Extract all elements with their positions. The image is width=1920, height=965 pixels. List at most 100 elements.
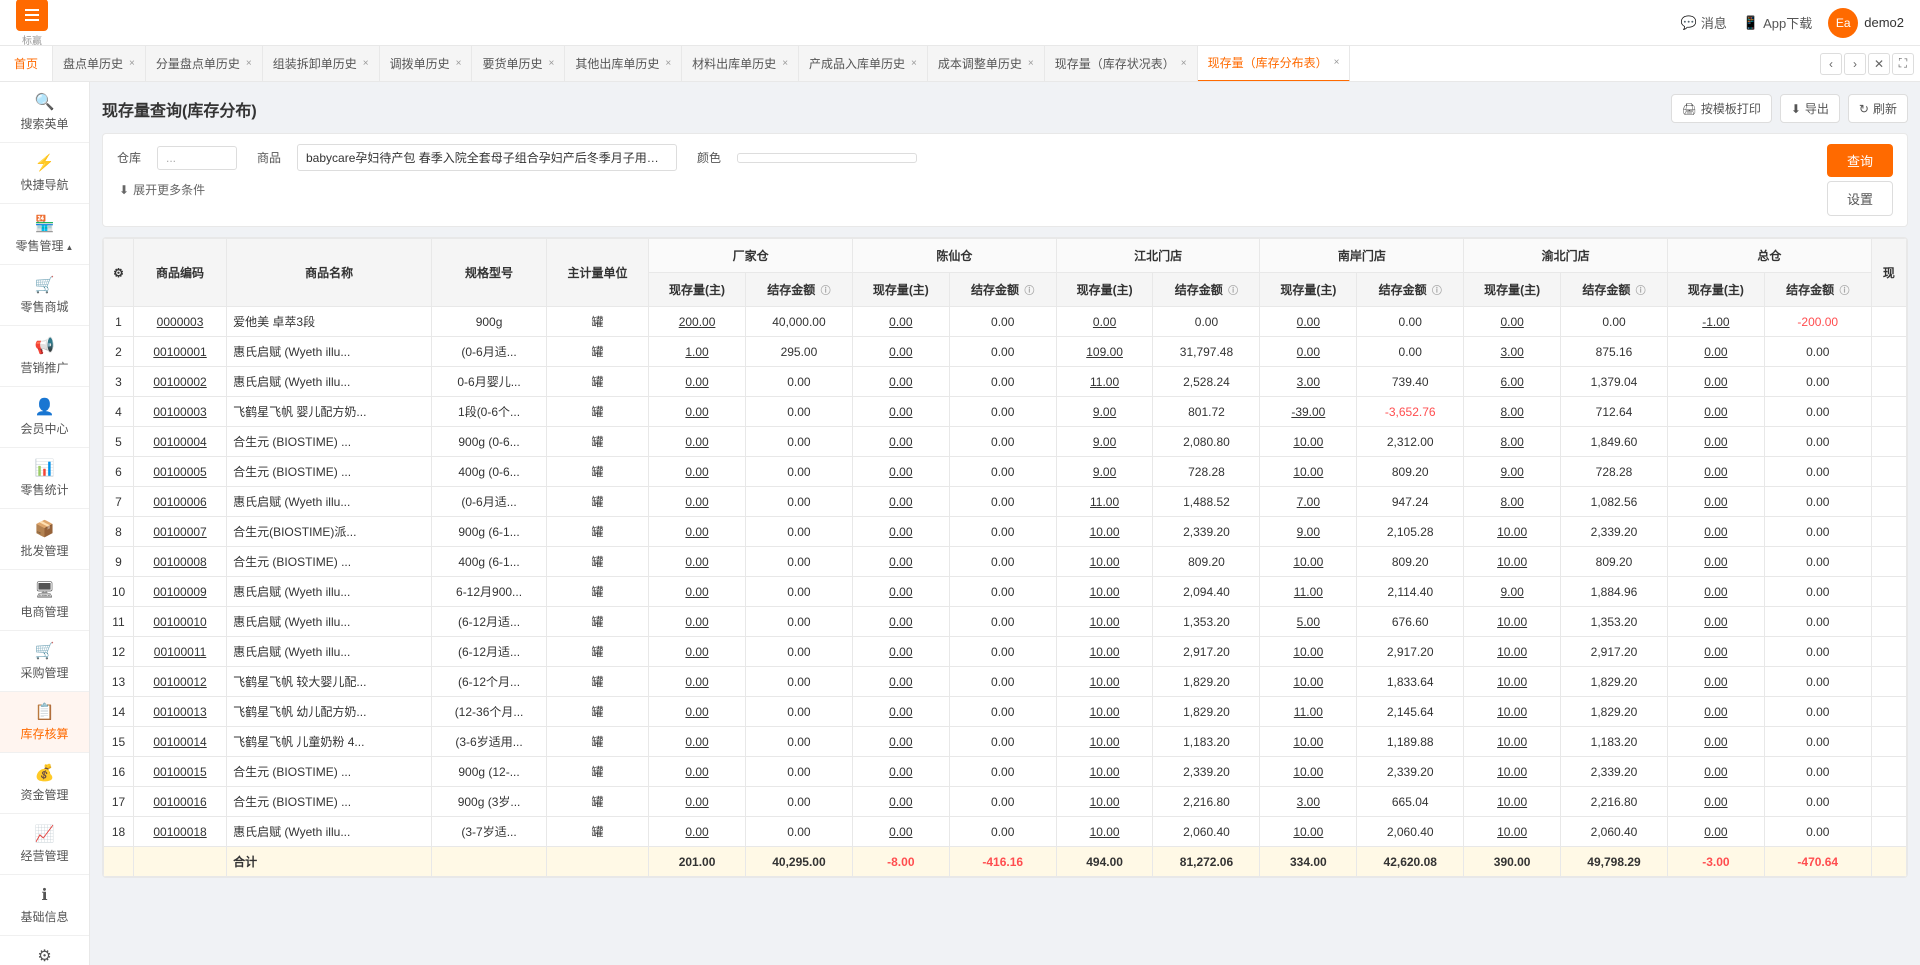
table-cell[interactable]: 0.00: [852, 577, 949, 607]
table-cell[interactable]: 0.00: [1668, 697, 1765, 727]
table-cell[interactable]: 0.00: [1668, 397, 1765, 427]
table-cell[interactable]: 0.00: [649, 577, 746, 607]
tab-close-icon[interactable]: ×: [1181, 58, 1187, 69]
table-cell[interactable]: 0.00: [649, 397, 746, 427]
table-cell[interactable]: 0000003: [134, 307, 227, 337]
tab-item[interactable]: 产成品入库单历史×: [799, 46, 928, 82]
table-cell[interactable]: 0.00: [649, 727, 746, 757]
table-cell[interactable]: 10.00: [1464, 697, 1561, 727]
table-cell[interactable]: 10.00: [1056, 727, 1153, 757]
sidebar-item-零售统计[interactable]: 📊零售统计: [0, 448, 89, 509]
table-cell[interactable]: 00100011: [134, 637, 227, 667]
sidebar-item-经营管理[interactable]: 📈经营管理: [0, 814, 89, 875]
table-cell[interactable]: 10.00: [1464, 517, 1561, 547]
table-cell[interactable]: 10.00: [1464, 667, 1561, 697]
tab-close-icon[interactable]: ×: [1334, 57, 1340, 68]
table-cell[interactable]: 0.00: [649, 817, 746, 847]
tab-close-icon[interactable]: ×: [911, 58, 917, 69]
table-cell[interactable]: 3.00: [1260, 787, 1357, 817]
table-cell[interactable]: 0.00: [1260, 337, 1357, 367]
table-cell[interactable]: 0.00: [649, 457, 746, 487]
table-cell[interactable]: 0.00: [1260, 307, 1357, 337]
sidebar-item-电商管理[interactable]: 🖥电商管理: [0, 570, 89, 631]
table-cell[interactable]: 200.00: [649, 307, 746, 337]
sidebar-item-批发管理[interactable]: 📦批发管理: [0, 509, 89, 570]
table-cell[interactable]: 0.00: [649, 787, 746, 817]
tab-item[interactable]: 盘点单历史×: [53, 46, 146, 82]
sidebar-item-零售管理[interactable]: 🏪零售管理▲: [0, 204, 89, 265]
table-cell[interactable]: 10.00: [1260, 427, 1357, 457]
tab-close-icon[interactable]: ×: [246, 58, 252, 69]
table-cell[interactable]: 0.00: [1668, 817, 1765, 847]
table-cell[interactable]: 10.00: [1260, 817, 1357, 847]
table-cell[interactable]: 10.00: [1056, 577, 1153, 607]
table-cell[interactable]: 00100006: [134, 487, 227, 517]
table-cell[interactable]: 00100016: [134, 787, 227, 817]
table-cell[interactable]: 00100012: [134, 667, 227, 697]
tab-item[interactable]: 其他出库单历史×: [565, 46, 682, 82]
col-settings-icon[interactable]: ⚙: [104, 239, 134, 307]
table-cell[interactable]: 0.00: [1668, 547, 1765, 577]
table-cell[interactable]: 0.00: [852, 787, 949, 817]
table-cell[interactable]: 0.00: [1668, 337, 1765, 367]
table-cell[interactable]: 00100010: [134, 607, 227, 637]
tab-item[interactable]: 现存量（库存分布表）×: [1198, 46, 1351, 82]
table-cell[interactable]: 00100001: [134, 337, 227, 367]
tab-close-icon[interactable]: ×: [363, 58, 369, 69]
table-cell[interactable]: 0.00: [1668, 637, 1765, 667]
table-cell[interactable]: 0.00: [852, 337, 949, 367]
sidebar-item-采购管理[interactable]: 🛒采购管理: [0, 631, 89, 692]
tab-close-icon[interactable]: ×: [782, 58, 788, 69]
color-input[interactable]: [737, 153, 917, 163]
table-cell[interactable]: 8.00: [1464, 427, 1561, 457]
tab-item[interactable]: 材料出库单历史×: [682, 46, 799, 82]
table-cell[interactable]: 0.00: [1056, 307, 1153, 337]
table-cell[interactable]: 10.00: [1056, 607, 1153, 637]
table-cell[interactable]: 0.00: [852, 517, 949, 547]
table-cell[interactable]: 10.00: [1260, 547, 1357, 577]
table-cell[interactable]: 9.00: [1056, 397, 1153, 427]
tab-close-icon[interactable]: ×: [548, 58, 554, 69]
table-cell[interactable]: 10.00: [1464, 817, 1561, 847]
table-cell[interactable]: 0.00: [1668, 517, 1765, 547]
table-cell[interactable]: -39.00: [1260, 397, 1357, 427]
table-cell[interactable]: 00100009: [134, 577, 227, 607]
table-cell[interactable]: 10.00: [1056, 817, 1153, 847]
table-cell[interactable]: 10.00: [1056, 517, 1153, 547]
table-cell[interactable]: 10.00: [1464, 787, 1561, 817]
table-cell[interactable]: 0.00: [649, 367, 746, 397]
download-btn[interactable]: 📱 App下载: [1743, 13, 1812, 32]
table-cell[interactable]: 00100007: [134, 517, 227, 547]
table-cell[interactable]: 0.00: [852, 547, 949, 577]
table-cell[interactable]: 5.00: [1260, 607, 1357, 637]
table-cell[interactable]: 0.00: [1668, 427, 1765, 457]
table-cell[interactable]: 10.00: [1056, 697, 1153, 727]
sidebar-item-会员中心[interactable]: 👤会员中心: [0, 387, 89, 448]
table-cell[interactable]: 0.00: [649, 517, 746, 547]
table-cell[interactable]: 11.00: [1056, 487, 1153, 517]
table-cell[interactable]: 10.00: [1056, 547, 1153, 577]
table-cell[interactable]: 0.00: [649, 427, 746, 457]
tab-close-icon[interactable]: ×: [1028, 58, 1034, 69]
table-cell[interactable]: 0.00: [1668, 367, 1765, 397]
table-cell[interactable]: 11.00: [1056, 367, 1153, 397]
table-cell[interactable]: 11.00: [1260, 697, 1357, 727]
table-cell[interactable]: 0.00: [852, 487, 949, 517]
table-cell[interactable]: 6.00: [1464, 367, 1561, 397]
warehouse-input[interactable]: ...: [157, 146, 237, 170]
goods-input[interactable]: babycare孕妇待产包 春季入院全套母子组合孕妇产后冬季月子用品 22件套 …: [297, 144, 677, 171]
setting-btn[interactable]: 设置: [1827, 181, 1893, 216]
table-cell[interactable]: 9.00: [1056, 427, 1153, 457]
table-cell[interactable]: 10.00: [1464, 757, 1561, 787]
tab-item[interactable]: 成本调整单历史×: [928, 46, 1045, 82]
table-cell[interactable]: 10.00: [1056, 787, 1153, 817]
table-cell[interactable]: 3.00: [1260, 367, 1357, 397]
table-cell[interactable]: 9.00: [1056, 457, 1153, 487]
sidebar-item-库存核算[interactable]: 📋库存核算: [0, 692, 89, 753]
refresh-btn[interactable]: ↻ 刷新: [1848, 94, 1908, 123]
table-cell[interactable]: 00100014: [134, 727, 227, 757]
table-cell[interactable]: 1.00: [649, 337, 746, 367]
table-cell[interactable]: 10.00: [1056, 757, 1153, 787]
table-cell[interactable]: 10.00: [1464, 607, 1561, 637]
message-btn[interactable]: 💬 消息: [1681, 13, 1727, 32]
